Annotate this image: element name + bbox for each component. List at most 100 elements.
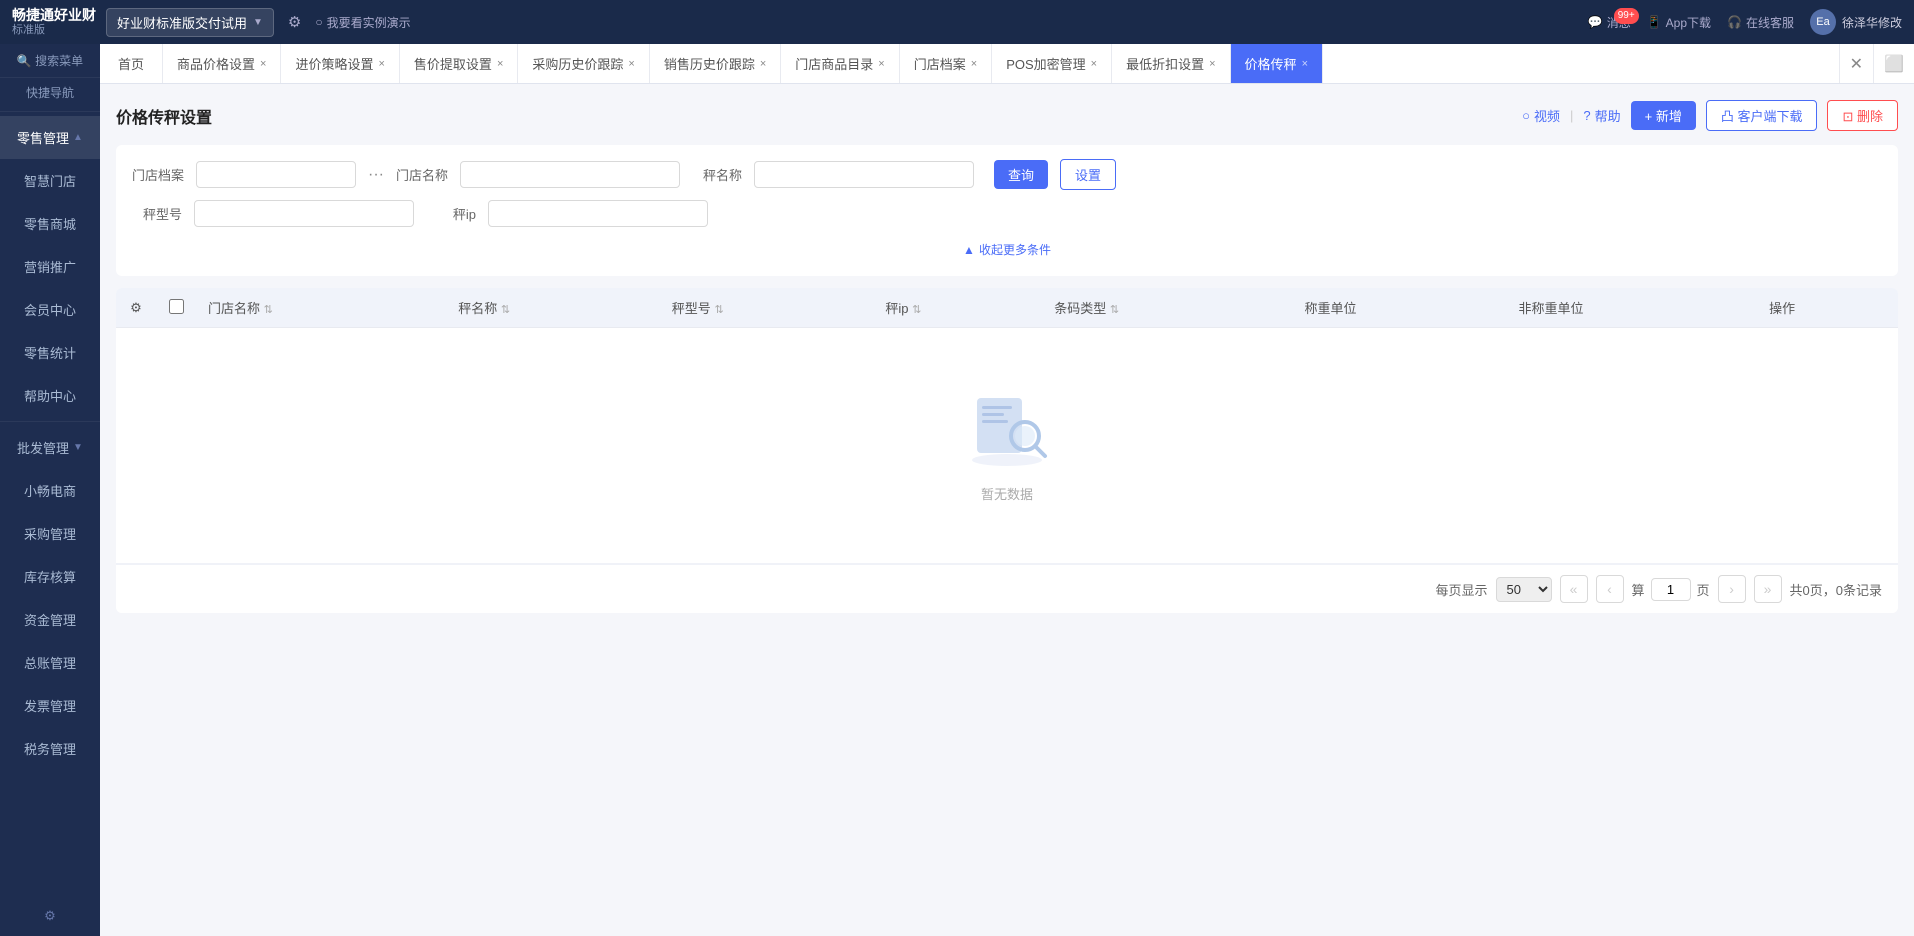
tab-item-store-catalog[interactable]: 门店商品目录 × (781, 44, 899, 84)
sort-icon[interactable]: ⇅ (264, 304, 273, 316)
tab-close-icon[interactable]: × (971, 58, 977, 70)
quick-nav-button[interactable]: 快捷导航 (0, 78, 100, 107)
tab-close-icon[interactable]: × (260, 58, 266, 70)
download-button[interactable]: 凸 客户端下载 (1706, 100, 1818, 131)
page-prefix: 算 (1632, 580, 1645, 599)
video-link[interactable]: ○ 视频 (1522, 106, 1560, 125)
tab-close-icon[interactable]: × (878, 58, 884, 70)
query-button[interactable]: 查询 (994, 160, 1048, 189)
store-file-ellipsis[interactable]: ··· (368, 166, 384, 184)
online-service-button[interactable]: 🎧 在线客服 (1727, 14, 1794, 31)
version-dropdown[interactable]: 好业财标准版交付试用 ▼ (106, 8, 274, 37)
sidebar-item-tax[interactable]: 税务管理 (0, 727, 100, 770)
tab-label: 进价策略设置 (295, 54, 373, 73)
tab-close-icon[interactable]: × (497, 58, 503, 70)
sidebar-item-retail-management[interactable]: 零售管理 ▲ (0, 116, 100, 159)
tab-close-icon[interactable]: × (760, 58, 766, 70)
sidebar-item-label: 帮助中心 (24, 386, 76, 405)
tab-close-icon[interactable]: × (378, 58, 384, 70)
store-file-input[interactable] (196, 161, 356, 188)
tab-item-pos[interactable]: POS加密管理 × (992, 44, 1112, 84)
demo-icon: ○ (315, 15, 322, 29)
tab-item-price-scale[interactable]: 价格传秤 × (1231, 44, 1323, 84)
tab-item-purchase-strategy[interactable]: 进价策略设置 × (281, 44, 399, 84)
th-settings[interactable]: ⚙ (116, 288, 156, 328)
filter-row-1: 门店档案 ··· 门店名称 秤名称 查询 设置 (132, 159, 1882, 190)
settings-gear-icon[interactable]: ⚙ (284, 9, 305, 35)
tab-item-purchase-history[interactable]: 采购历史价跟踪 × (518, 44, 649, 84)
sidebar-item-label: 营销推广 (24, 257, 76, 276)
tab-home[interactable]: 首页 (100, 44, 163, 84)
tab-close-icon[interactable]: × (1091, 58, 1097, 70)
tab-item-min-discount[interactable]: 最低折扣设置 × (1112, 44, 1230, 84)
sidebar-item-inventory[interactable]: 库存核算 (0, 555, 100, 598)
sidebar-item-retail-stats[interactable]: 零售统计 (0, 331, 100, 374)
tab-close-icon[interactable]: × (1302, 58, 1308, 70)
gear-icon: ⚙ (44, 908, 56, 923)
sidebar-item-member[interactable]: 会员中心 (0, 288, 100, 331)
sort-icon[interactable]: ⇅ (1110, 304, 1119, 316)
sidebar-divider-2 (0, 421, 100, 422)
delete-button[interactable]: ⊡ 删除 (1827, 100, 1898, 131)
settings-button[interactable]: 设置 (1060, 159, 1116, 190)
demo-link[interactable]: ○ 我要看实例演示 (315, 14, 410, 31)
query-button-label: 查询 (1008, 165, 1034, 184)
scale-name-input[interactable] (754, 161, 974, 188)
settings-icon: ⚙ (130, 300, 142, 315)
app-download-button[interactable]: 📱 App下载 (1647, 14, 1711, 31)
sidebar-item-wholesale[interactable]: 批发管理 ▼ (0, 426, 100, 469)
sidebar-item-smart-store[interactable]: 智慧门店 (0, 159, 100, 202)
tab-label: 采购历史价跟踪 (532, 54, 623, 73)
select-all-checkbox[interactable] (169, 299, 184, 314)
sidebar: 🔍 搜索菜单 快捷导航 零售管理 ▲ 智慧门店 零售商城 营销推广 会员中心 零… (0, 44, 100, 936)
sort-icon[interactable]: ⇅ (714, 304, 723, 316)
main-layout: 🔍 搜索菜单 快捷导航 零售管理 ▲ 智慧门店 零售商城 营销推广 会员中心 零… (0, 44, 1914, 936)
sidebar-item-label: 会员中心 (24, 300, 76, 319)
page-input[interactable] (1651, 578, 1691, 601)
tab-item-sales-history[interactable]: 销售历史价跟踪 × (650, 44, 781, 84)
add-button[interactable]: + 新增 (1631, 101, 1696, 130)
sidebar-item-finance[interactable]: 资金管理 (0, 598, 100, 641)
action-separator: | (1570, 108, 1573, 123)
message-button[interactable]: 💬 消息 99+ (1588, 14, 1631, 31)
sidebar-item-ecommerce[interactable]: 小畅电商 (0, 469, 100, 512)
sidebar-item-help[interactable]: 帮助中心 (0, 374, 100, 417)
sidebar-item-label: 智慧门店 (24, 171, 76, 190)
tab-item-price-settings[interactable]: 商品价格设置 × (163, 44, 281, 84)
search-menu-button[interactable]: 🔍 搜索菜单 (0, 44, 100, 78)
th-scale-ip: 秤ip ⇅ (873, 288, 1042, 328)
tab-maximize-button[interactable]: ⬜ (1873, 44, 1914, 84)
sidebar-gear-button[interactable]: ⚙ (0, 896, 100, 936)
scale-ip-input[interactable] (488, 200, 708, 227)
tab-close-all-button[interactable]: ✕ (1839, 44, 1873, 84)
last-page-icon: » (1764, 581, 1772, 597)
help-link[interactable]: ? 帮助 (1583, 106, 1620, 125)
sidebar-item-purchase[interactable]: 采购管理 (0, 512, 100, 555)
sort-icon[interactable]: ⇅ (912, 304, 921, 316)
tab-item-sale-price[interactable]: 售价提取设置 × (400, 44, 518, 84)
prev-page-button[interactable]: ‹ (1596, 575, 1624, 603)
th-checkbox[interactable] (156, 288, 196, 328)
user-menu[interactable]: Ea 徐泽华修改 (1810, 9, 1902, 35)
per-page-select[interactable]: 50 10 20 100 (1496, 577, 1552, 602)
sidebar-item-marketing[interactable]: 营销推广 (0, 245, 100, 288)
scale-model-input[interactable] (194, 200, 414, 227)
store-name-input[interactable] (460, 161, 680, 188)
last-page-button[interactable]: » (1754, 575, 1782, 603)
maximize-icon: ⬜ (1884, 54, 1904, 74)
sidebar-item-invoice[interactable]: 发票管理 (0, 684, 100, 727)
tab-close-icon[interactable]: × (1209, 58, 1215, 70)
collapse-button[interactable]: ▲ 收起更多条件 (132, 237, 1882, 262)
sort-icon[interactable]: ⇅ (501, 304, 510, 316)
th-barcode-type: 条码类型 ⇅ (1042, 288, 1292, 328)
tab-item-store-file[interactable]: 门店档案 × (900, 44, 992, 84)
tab-label: 商品价格设置 (177, 54, 255, 73)
tab-close-icon[interactable]: × (628, 58, 634, 70)
next-page-button[interactable]: › (1718, 575, 1746, 603)
sidebar-item-general-ledger[interactable]: 总账管理 (0, 641, 100, 684)
th-label: 门店名称 (208, 301, 260, 316)
sidebar-item-retail-mall[interactable]: 零售商城 (0, 202, 100, 245)
first-page-button[interactable]: « (1560, 575, 1588, 603)
first-page-icon: « (1570, 581, 1578, 597)
th-label: 非称重单位 (1518, 301, 1583, 316)
